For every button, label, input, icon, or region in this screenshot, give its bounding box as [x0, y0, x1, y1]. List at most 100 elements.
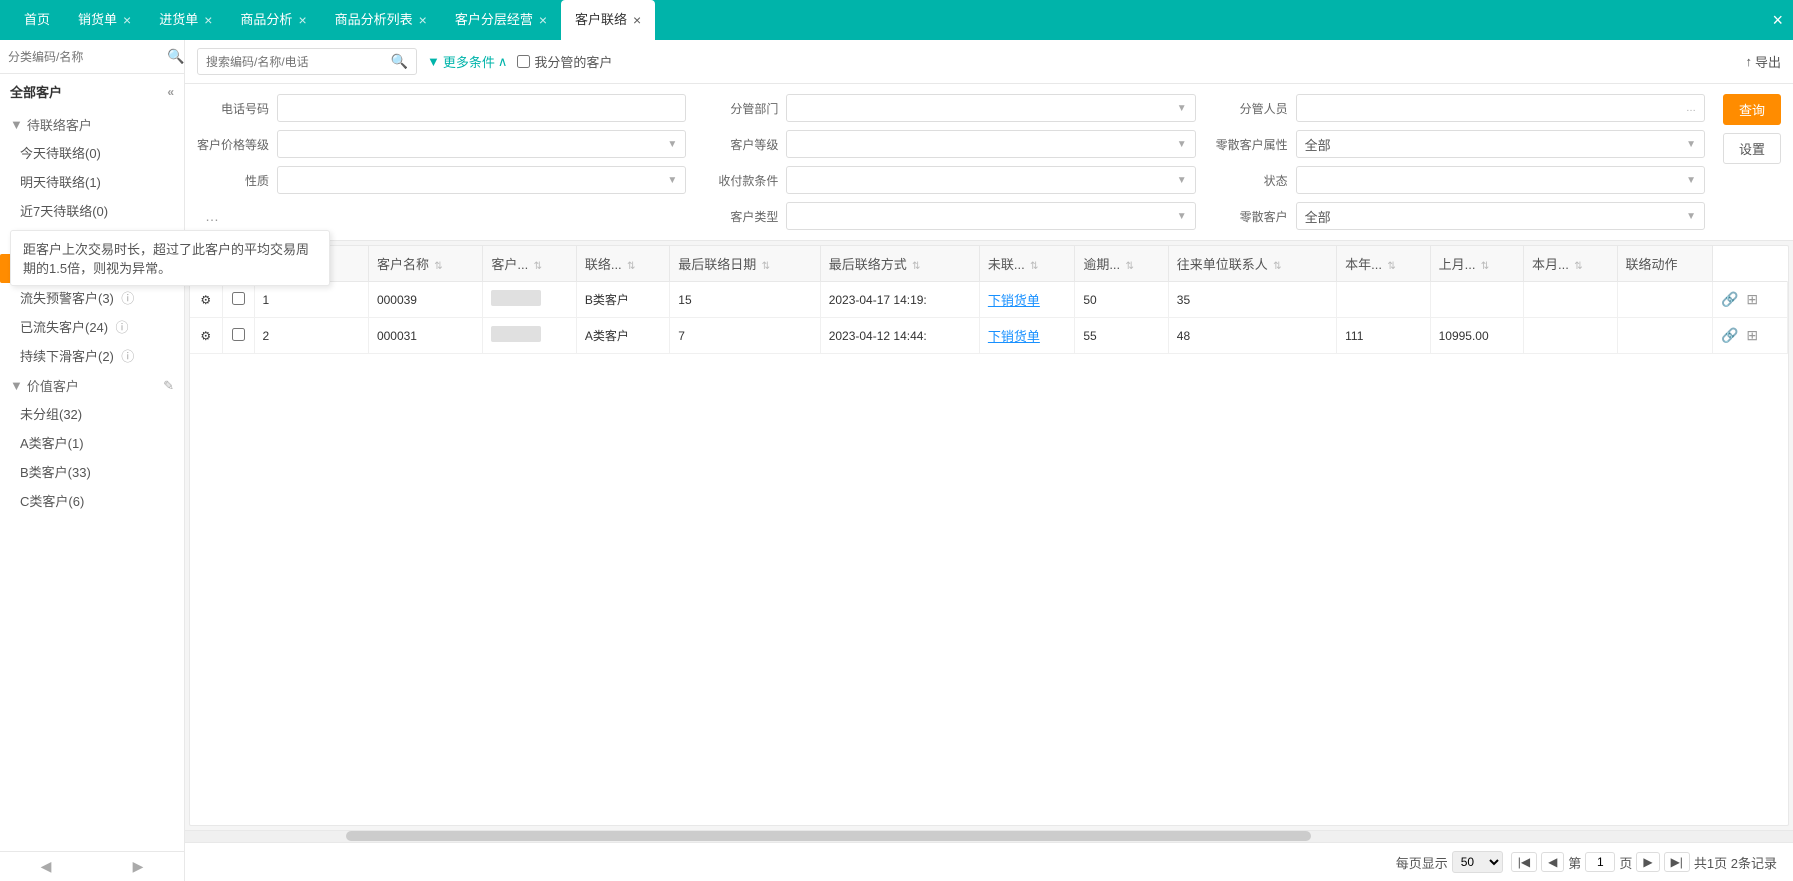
nav-home[interactable]: 首页	[10, 0, 64, 40]
nature-select[interactable]: ▼	[277, 166, 686, 194]
pending-contact-group[interactable]: ▼ 待联络客户	[0, 109, 184, 138]
action-link-icon-0[interactable]: 🔗	[1721, 291, 1738, 308]
nav-customer-contact[interactable]: 客户联络 ×	[561, 0, 655, 40]
col-level: 客户... ⇅	[483, 246, 576, 282]
nav-product-analysis[interactable]: 商品分析 ×	[226, 0, 320, 40]
filter-cell-scatter-cust: 零散客户 全部 ▼	[1216, 202, 1705, 230]
col-name-sort[interactable]: ⇅	[434, 261, 442, 272]
page-first-btn[interactable]: |◀	[1511, 852, 1537, 872]
horizontal-scrollbar[interactable]	[185, 830, 1793, 842]
sidebar-item-7days[interactable]: 近7天待联络(0)	[0, 196, 184, 225]
row-checkbox-0	[222, 282, 254, 318]
close-customer-contact-tab[interactable]: ×	[633, 0, 641, 40]
close-sales-tab[interactable]: ×	[123, 0, 131, 40]
main-search-input[interactable]	[206, 55, 387, 69]
scatter-cust-select[interactable]: 全部 ▼	[1296, 202, 1705, 230]
phone-input[interactable]	[277, 94, 686, 122]
status-select[interactable]: ▼	[1296, 166, 1705, 194]
close-product-analysis-tab[interactable]: ×	[298, 0, 306, 40]
row-last-method-0[interactable]: 下销货单	[979, 282, 1074, 318]
status-arrow: ▼	[1686, 175, 1696, 186]
value-customers-group[interactable]: ▼ 价值客户 ✎	[0, 370, 184, 399]
my-customers-checkbox[interactable]: 我分管的客户	[517, 52, 612, 71]
price-level-arrow: ▼	[667, 139, 677, 150]
sidebar-item-b-class[interactable]: B类客户(33)	[0, 457, 184, 486]
row-check-1[interactable]	[232, 328, 245, 341]
person-select[interactable]: …	[1296, 94, 1705, 122]
row-check-0[interactable]	[232, 292, 245, 305]
data-table: ⚙ 客户编码 ⇅ 客户名称 ⇅ 客户... ⇅	[190, 246, 1788, 354]
all-customers-header[interactable]: 全部客户 «	[0, 74, 184, 109]
per-page-select[interactable]: 50 100 200	[1452, 851, 1503, 873]
col-overdue-sort[interactable]: ⇅	[1126, 261, 1134, 272]
col-this-month-sort[interactable]: ⇅	[1574, 261, 1582, 272]
per-page-wrap: 每页显示 50 100 200	[1396, 851, 1503, 873]
col-level-sort[interactable]: ⇅	[534, 261, 542, 272]
row-not-contacted-1: 55	[1075, 318, 1168, 354]
col-contact-count-sort[interactable]: ⇅	[627, 261, 635, 272]
settings-btn[interactable]: 设置	[1723, 133, 1781, 164]
row-this-month-1	[1617, 318, 1712, 354]
export-btn[interactable]: ↑ 导出	[1745, 52, 1781, 71]
close-customer-layer-tab[interactable]: ×	[539, 0, 547, 40]
action-grid-icon-0[interactable]: ⊞	[1746, 291, 1758, 308]
payment-select[interactable]: ▼	[786, 166, 1195, 194]
sidebar-collapse-icon[interactable]: «	[167, 85, 174, 99]
nav-customer-layer[interactable]: 客户分层经营 ×	[441, 0, 561, 40]
row-contact-person-1: 111	[1337, 318, 1430, 354]
sidebar-search-input[interactable]	[8, 50, 163, 64]
sidebar-item-c-class[interactable]: C类客户(6)	[0, 486, 184, 515]
sidebar-item-ungrouped[interactable]: 未分组(32)	[0, 399, 184, 428]
scrollbar-thumb[interactable]	[346, 831, 1311, 841]
action-grid-icon-1[interactable]: ⊞	[1746, 327, 1758, 344]
action-link-icon-1[interactable]: 🔗	[1721, 327, 1738, 344]
close-product-analysis-list-tab[interactable]: ×	[419, 0, 427, 40]
page-next-btn[interactable]: ▶	[1636, 852, 1659, 872]
sidebar-item-declining[interactable]: 持续下滑客户(2) ⓘ	[0, 341, 184, 370]
sidebar-item-today[interactable]: 今天待联络(0)	[0, 138, 184, 167]
window-close-btn[interactable]: ×	[1772, 10, 1783, 31]
col-contact-person-sort[interactable]: ⇅	[1273, 261, 1281, 272]
page-input[interactable]	[1585, 852, 1615, 872]
row-last-month-0	[1524, 282, 1617, 318]
more-conditions-btn[interactable]: ▼ 更多条件 ∧	[427, 52, 507, 71]
more-dots[interactable]: …	[197, 208, 227, 224]
my-customers-check[interactable]	[517, 55, 530, 68]
col-last-date-sort[interactable]: ⇅	[762, 261, 770, 272]
main-search-icon[interactable]: 🔍	[391, 53, 408, 70]
cust-type-label: 客户类型	[706, 208, 786, 225]
dept-select[interactable]: ▼	[786, 94, 1195, 122]
row-gear-0[interactable]: ⚙	[190, 282, 222, 318]
nature-arrow: ▼	[667, 175, 677, 186]
filter-cell-dots: …	[197, 208, 686, 224]
top-nav: 首页 销货单 × 进货单 × 商品分析 × 商品分析列表 × 客户分层经营 × …	[0, 0, 1793, 40]
sidebar-search-icon[interactable]: 🔍	[167, 48, 184, 65]
page-last-btn[interactable]: ▶|	[1664, 852, 1690, 872]
page-of-label: 页	[1619, 853, 1632, 872]
sidebar-item-a-class[interactable]: A类客户(1)	[0, 428, 184, 457]
cust-level-select[interactable]: ▼	[786, 130, 1195, 158]
price-level-select[interactable]: ▼	[277, 130, 686, 158]
col-this-year-sort[interactable]: ⇅	[1387, 261, 1395, 272]
content-area: 🔍 ▼ 更多条件 ∧ 我分管的客户 ↑ 导出	[185, 40, 1793, 881]
col-last-method-sort[interactable]: ⇅	[912, 261, 920, 272]
close-purchase-tab[interactable]: ×	[204, 0, 212, 40]
sidebar-item-tomorrow[interactable]: 明天待联络(1)	[0, 167, 184, 196]
row-last-method-1[interactable]: 下销货单	[979, 318, 1074, 354]
scatter-attr-select[interactable]: 全部 ▼	[1296, 130, 1705, 158]
cust-type-select[interactable]: ▼	[786, 202, 1195, 230]
page-prev-btn[interactable]: ◀	[1541, 852, 1564, 872]
nav-product-analysis-list[interactable]: 商品分析列表 ×	[321, 0, 441, 40]
sidebar-prev-arrow[interactable]: ◀	[41, 858, 52, 875]
sidebar-item-churn-warning[interactable]: 流失预警客户(3) ⓘ	[0, 283, 184, 312]
nav-purchase[interactable]: 进货单 ×	[145, 0, 226, 40]
nav-sales[interactable]: 销货单 ×	[64, 0, 145, 40]
col-last-month-sort[interactable]: ⇅	[1481, 261, 1489, 272]
value-group-edit-icon[interactable]: ✎	[163, 378, 174, 394]
filter-row-1: 电话号码 分管部门 ▼ 分管人员	[197, 94, 1705, 122]
col-not-contacted-sort[interactable]: ⇅	[1030, 261, 1038, 272]
sidebar-item-churned[interactable]: 已流失客户(24) ⓘ	[0, 312, 184, 341]
row-gear-1[interactable]: ⚙	[190, 318, 222, 354]
sidebar-next-arrow[interactable]: ▶	[133, 858, 144, 875]
query-btn[interactable]: 查询	[1723, 94, 1781, 125]
